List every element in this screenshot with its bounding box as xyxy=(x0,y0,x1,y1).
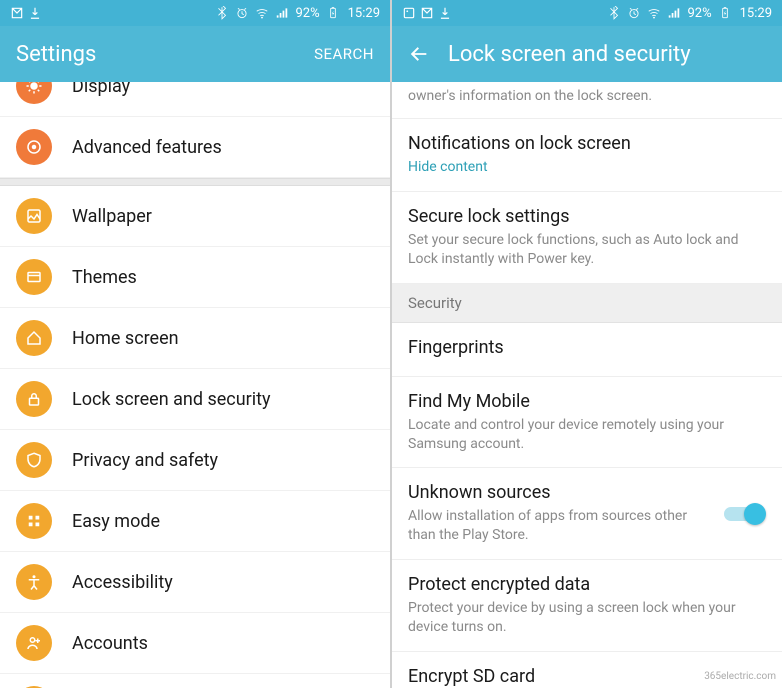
accessibility-icon xyxy=(16,564,52,600)
mail-icon xyxy=(10,6,24,20)
privacy-icon xyxy=(16,442,52,478)
settings-screen: 92% 15:29 Settings SEARCH Display Advanc… xyxy=(0,0,390,688)
watermark: 365electric.com xyxy=(704,671,776,682)
setting-title: Protect encrypted data xyxy=(408,574,766,595)
list-item-label: Privacy and safety xyxy=(72,450,218,471)
list-item-label: Wallpaper xyxy=(72,206,152,227)
accounts-icon xyxy=(16,625,52,661)
battery-icon xyxy=(326,6,340,20)
list-item-label: Easy mode xyxy=(72,511,160,532)
setting-subtitle: Protect your device by using a screen lo… xyxy=(408,599,766,637)
battery-icon xyxy=(718,6,732,20)
bluetooth-icon xyxy=(215,6,229,20)
security-settings-list: owner's information on the lock screen. … xyxy=(392,82,782,688)
setting-subtitle: Hide content xyxy=(408,158,766,177)
setting-subtitle: Allow installation of apps from sources … xyxy=(408,507,766,545)
signal-icon xyxy=(667,6,681,20)
settings-item-accounts[interactable]: Accounts xyxy=(0,613,390,674)
list-item-label: Lock screen and security xyxy=(72,389,271,410)
clock-time: 15:29 xyxy=(740,6,772,21)
list-item-label: Accessibility xyxy=(72,572,173,593)
bluetooth-icon xyxy=(607,6,621,20)
toggle-unknown-sources[interactable] xyxy=(724,503,766,525)
lock-screen-security-screen: 92% 15:29 Lock screen and security owner… xyxy=(392,0,782,688)
list-item-label: Advanced features xyxy=(72,137,222,158)
settings-item-display[interactable]: Display xyxy=(0,82,390,117)
setting-fingerprints[interactable]: Fingerprints xyxy=(392,323,782,377)
alarm-icon xyxy=(627,6,641,20)
page-title: Settings xyxy=(16,42,96,67)
back-button[interactable] xyxy=(408,43,430,65)
settings-item-themes[interactable]: Themes xyxy=(0,247,390,308)
settings-item-easy-mode[interactable]: Easy mode xyxy=(0,491,390,552)
signal-icon xyxy=(275,6,289,20)
wifi-icon xyxy=(647,6,661,20)
arrow-left-icon xyxy=(408,43,430,65)
wifi-icon xyxy=(255,6,269,20)
app-bar-settings: Settings SEARCH xyxy=(0,26,390,82)
setting-secure-lock[interactable]: Secure lock settings Set your secure loc… xyxy=(392,192,782,284)
settings-item-wallpaper[interactable]: Wallpaper xyxy=(0,186,390,247)
clock-time: 15:29 xyxy=(348,6,380,21)
setting-unknown-sources[interactable]: Unknown sources Allow installation of ap… xyxy=(392,468,782,560)
setting-encrypt-sd-card[interactable]: Encrypt SD card Protect your SD card by … xyxy=(392,652,782,688)
list-item-label: Home screen xyxy=(72,328,179,349)
list-item-label: Accounts xyxy=(72,633,148,654)
image-icon xyxy=(402,6,416,20)
setting-subtitle: Set your secure lock functions, such as … xyxy=(408,231,766,269)
setting-find-my-mobile[interactable]: Find My Mobile Locate and control your d… xyxy=(392,377,782,469)
settings-list: Display Advanced features Wallpaper Them… xyxy=(0,82,390,688)
app-bar-lock-security: Lock screen and security xyxy=(392,26,782,82)
search-button[interactable]: SEARCH xyxy=(314,45,374,63)
settings-item-lock-screen-security[interactable]: Lock screen and security xyxy=(0,369,390,430)
mail-icon xyxy=(420,6,434,20)
setting-title: Find My Mobile xyxy=(408,391,766,412)
settings-item-privacy-safety[interactable]: Privacy and safety xyxy=(0,430,390,491)
lock-icon xyxy=(16,381,52,417)
settings-item-advanced-features[interactable]: Advanced features xyxy=(0,117,390,178)
download-icon xyxy=(438,6,452,20)
setting-title: Secure lock settings xyxy=(408,206,766,227)
settings-item-accessibility[interactable]: Accessibility xyxy=(0,552,390,613)
wallpaper-icon xyxy=(16,198,52,234)
alarm-icon xyxy=(235,6,249,20)
advanced-icon xyxy=(16,129,52,165)
setting-title: Notifications on lock screen xyxy=(408,133,766,154)
page-title: Lock screen and security xyxy=(448,42,691,67)
display-icon xyxy=(16,82,52,104)
themes-icon xyxy=(16,259,52,295)
setting-subtitle: Locate and control your device remotely … xyxy=(408,416,766,454)
setting-sub-cutoff: owner's information on the lock screen. xyxy=(392,82,782,119)
setting-protect-encrypted-data[interactable]: Protect encrypted data Protect your devi… xyxy=(392,560,782,652)
setting-notifications-lock-screen[interactable]: Notifications on lock screen Hide conten… xyxy=(392,119,782,192)
easy-mode-icon xyxy=(16,503,52,539)
list-item-label: Display xyxy=(72,82,130,97)
battery-percent: 92% xyxy=(295,6,319,21)
download-icon xyxy=(28,6,42,20)
setting-title: Unknown sources xyxy=(408,482,766,503)
status-bar: 92% 15:29 xyxy=(392,0,782,26)
settings-item-backup-reset[interactable]: Backup and reset xyxy=(0,674,390,688)
settings-item-home-screen[interactable]: Home screen xyxy=(0,308,390,369)
status-bar: 92% 15:29 xyxy=(0,0,390,26)
setting-title: Fingerprints xyxy=(408,337,766,358)
section-gap xyxy=(0,178,390,186)
list-item-label: Themes xyxy=(72,267,137,288)
section-header-security: Security xyxy=(392,284,782,323)
battery-percent: 92% xyxy=(687,6,711,21)
home-icon xyxy=(16,320,52,356)
